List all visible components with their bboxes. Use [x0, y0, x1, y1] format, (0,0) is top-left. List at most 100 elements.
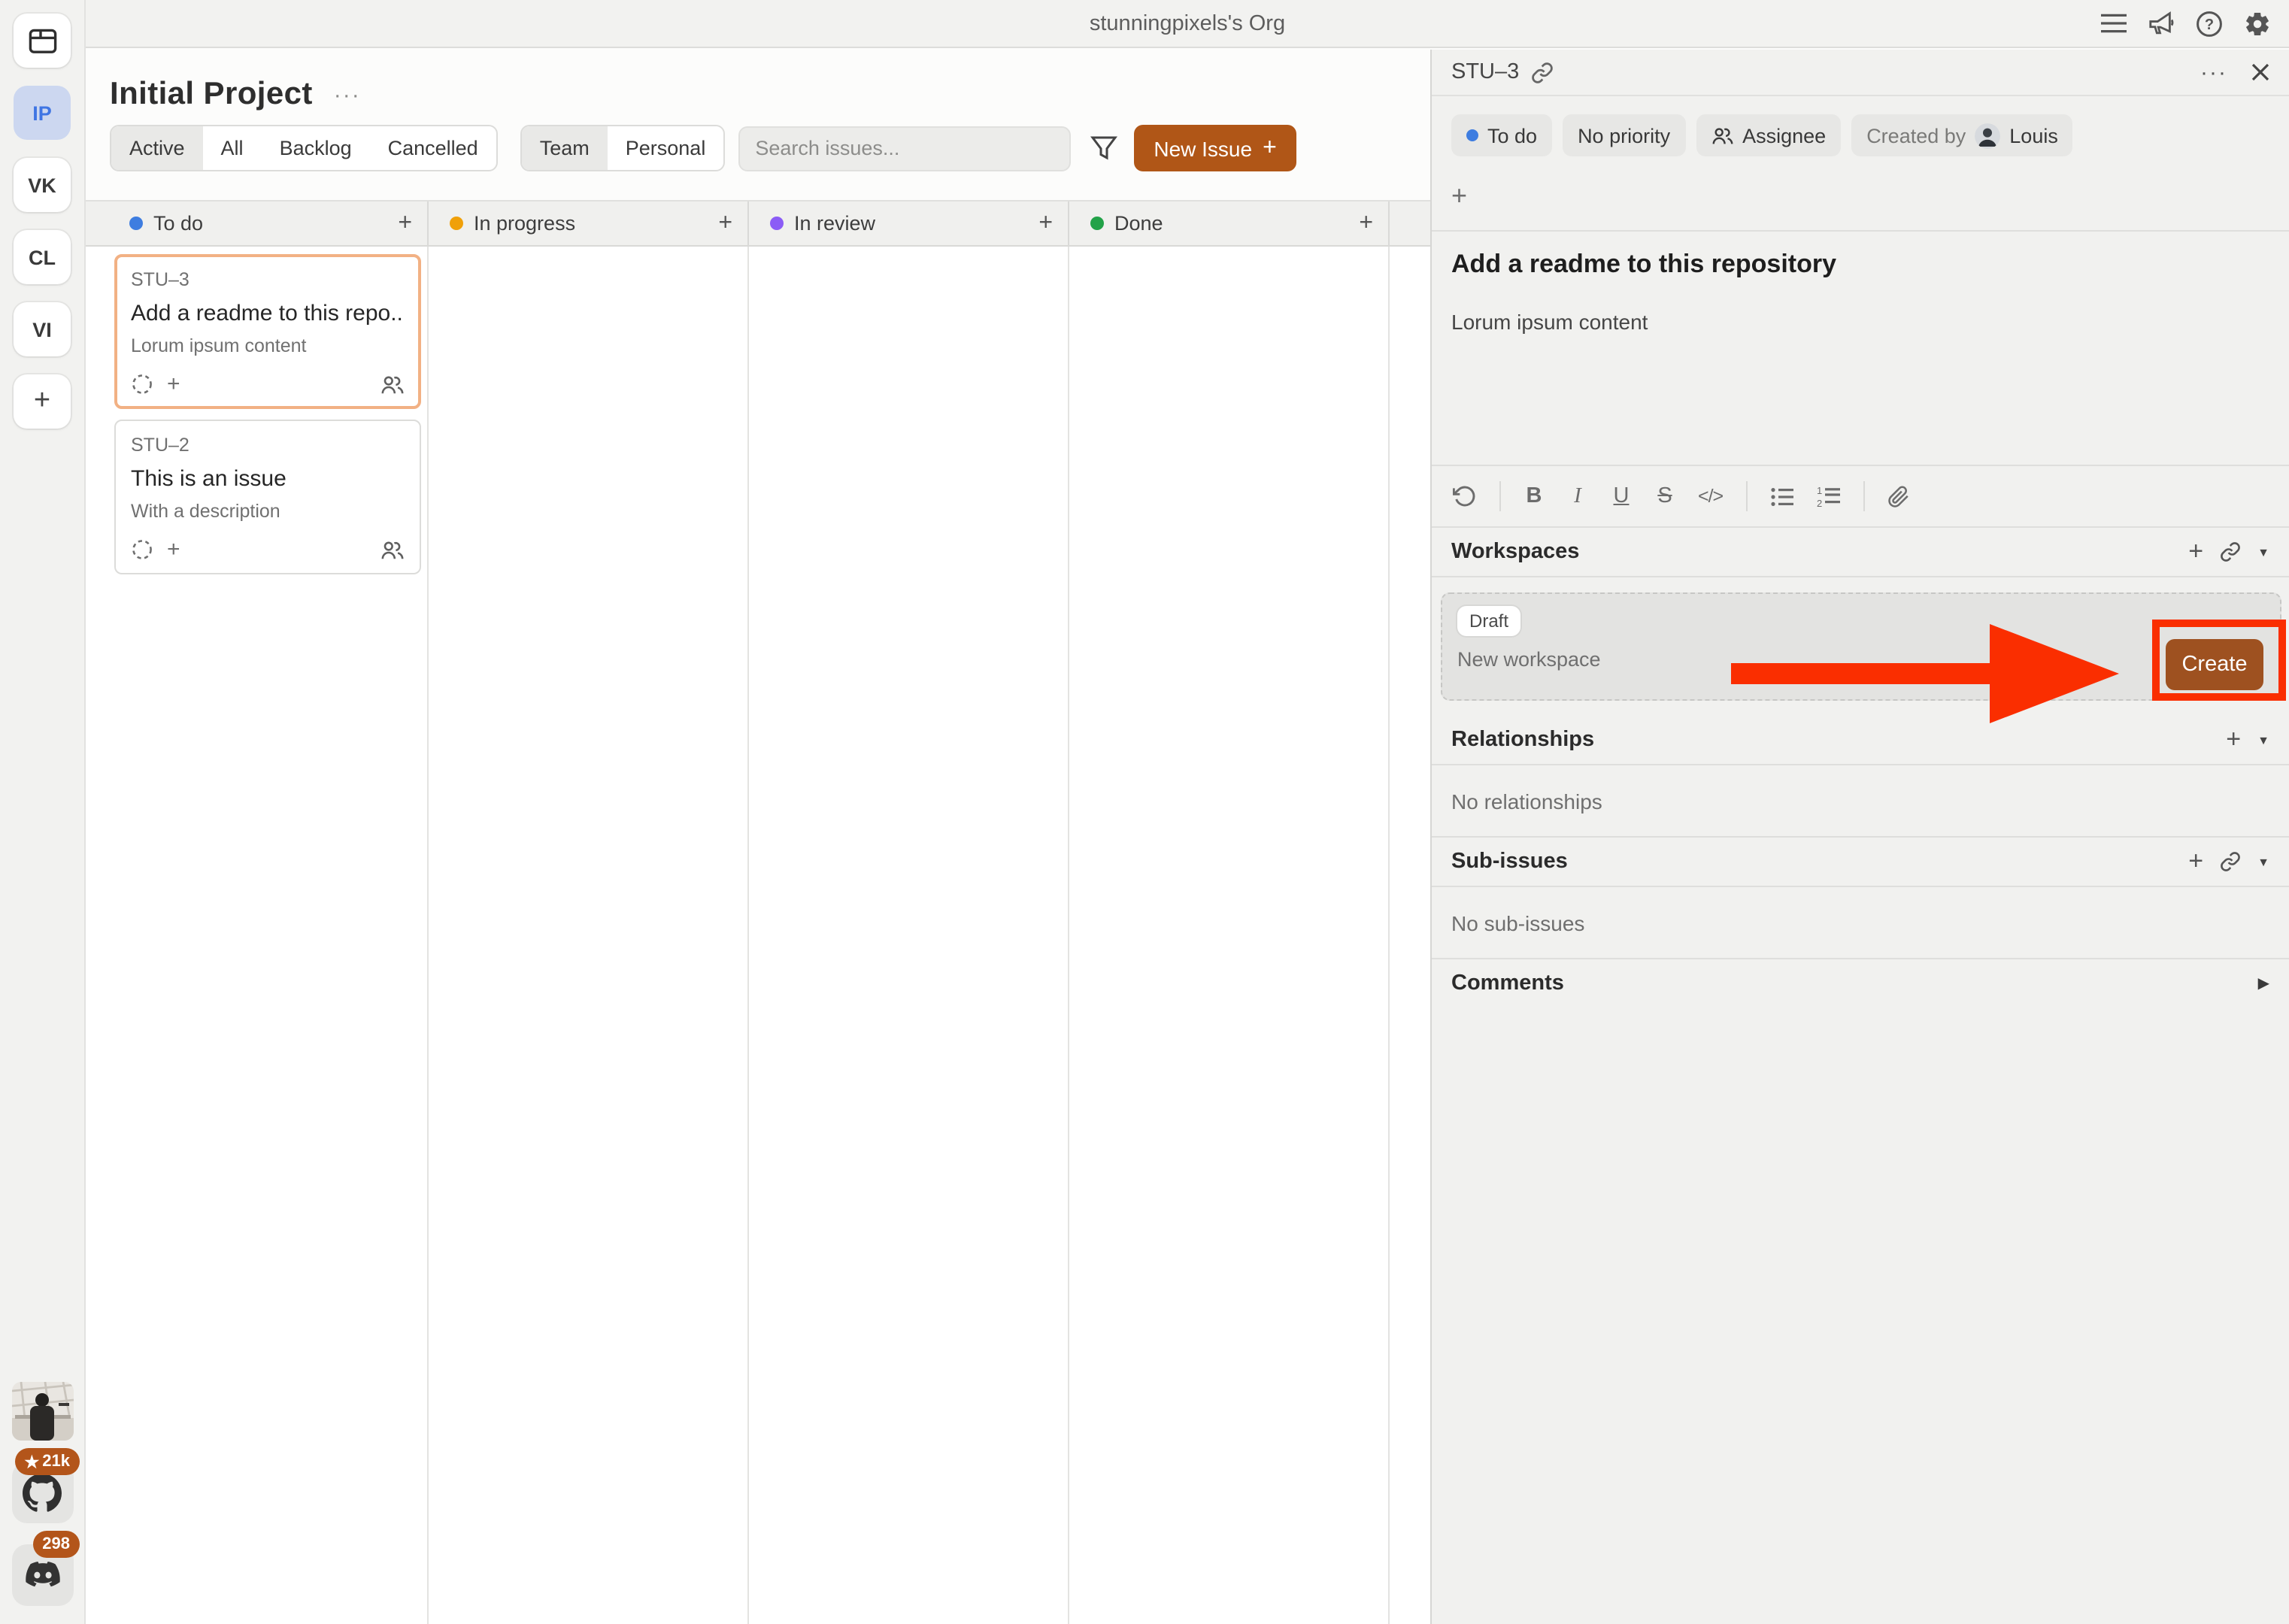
window-layout-icon: [28, 28, 56, 53]
tab-cancelled[interactable]: Cancelled: [370, 126, 496, 170]
github-stars-badge: ★ 21k: [16, 1448, 79, 1475]
tab-active[interactable]: Active: [111, 126, 203, 170]
underline-button[interactable]: U: [1611, 484, 1632, 508]
page-title: Initial Project: [110, 77, 313, 113]
create-workspace-button[interactable]: Create: [2166, 639, 2263, 690]
sidebar-item-workspace-vk[interactable]: VK: [14, 158, 71, 212]
column-done: [1069, 247, 1390, 1624]
avatar: [1975, 123, 2000, 148]
promo-photo-thumbnail[interactable]: [11, 1382, 73, 1441]
add-issue-in-review-button[interactable]: +: [1038, 210, 1053, 237]
discord-icon: [23, 1560, 61, 1590]
created-by-chip[interactable]: Created by Louis: [1851, 114, 2073, 156]
assignees-icon[interactable]: [380, 374, 405, 395]
close-icon[interactable]: [2251, 63, 2269, 81]
project-board: Initial Project ··· Active All Backlog C…: [86, 50, 1430, 1624]
workspace-draft-row[interactable]: Draft New workspace Create: [1441, 592, 2281, 701]
priority-dashed-circle-icon[interactable]: [131, 538, 153, 561]
numbered-list-icon[interactable]: 1 2: [1816, 485, 1840, 508]
chevron-down-icon[interactable]: ▼: [2257, 733, 2269, 747]
add-label-icon[interactable]: +: [167, 377, 180, 392]
column-header-in-review: In review +: [749, 201, 1069, 245]
editor-toolbar: B I U S </> 1 2: [1432, 466, 2289, 526]
link-icon[interactable]: [2220, 851, 2241, 872]
status-dot-todo: [129, 217, 143, 230]
assignees-icon[interactable]: [380, 539, 405, 560]
tab-backlog[interactable]: Backlog: [262, 126, 370, 170]
chevron-down-icon[interactable]: ▼: [2257, 855, 2269, 868]
copy-link-icon[interactable]: [1531, 61, 1554, 83]
add-workspace-row-button[interactable]: +: [2188, 537, 2203, 567]
issue-card-stu-3[interactable]: STU–3 Add a readme to this repo... Lorum…: [114, 254, 421, 409]
bold-button[interactable]: B: [1523, 484, 1545, 508]
scope-filter-tabs: Team Personal: [520, 125, 726, 171]
menu-icon[interactable]: [2100, 10, 2127, 37]
app-window: IP VK CL VI + ★ 21k: [0, 0, 2289, 1624]
add-issue-done-button[interactable]: +: [1359, 210, 1373, 237]
strikethrough-button[interactable]: S: [1654, 484, 1675, 508]
column-header-todo: To do +: [86, 201, 429, 245]
org-title: stunningpixels's Org: [86, 11, 2289, 35]
draft-badge: Draft: [1457, 606, 1520, 636]
relationships-section-header: Relationships + ▼: [1432, 716, 2289, 764]
workspaces-section-header: Workspaces + ▼: [1432, 528, 2289, 576]
filter-funnel-icon[interactable]: [1090, 135, 1117, 162]
svg-text:1: 1: [1816, 485, 1821, 495]
sidebar-item-workspace-cl[interactable]: CL: [14, 230, 71, 284]
issue-card-stu-2[interactable]: STU–2 This is an issue With a descriptio…: [114, 420, 421, 574]
add-attribute-button[interactable]: +: [1451, 180, 1467, 211]
attachment-paperclip-icon[interactable]: [1887, 485, 1909, 508]
link-icon[interactable]: [2220, 541, 2241, 562]
help-icon[interactable]: ?: [2196, 10, 2223, 37]
workspace-sidebar: IP VK CL VI + ★ 21k: [0, 0, 86, 1624]
issue-description[interactable]: Lorum ipsum content: [1432, 280, 2289, 334]
status-filter-tabs: Active All Backlog Cancelled: [110, 125, 498, 171]
chevron-right-icon[interactable]: ▶: [2258, 975, 2269, 992]
tab-team[interactable]: Team: [522, 126, 608, 170]
issue-title: Add a readme to this repository: [1432, 232, 2289, 280]
announcements-icon[interactable]: [2148, 10, 2175, 37]
github-icon: [23, 1473, 62, 1512]
column-in-review: [749, 247, 1069, 1624]
draft-workspace-name: New workspace: [1457, 648, 2265, 671]
star-icon: ★: [25, 1452, 40, 1471]
sidebar-item-workspace-vi[interactable]: VI: [14, 302, 71, 356]
undo-icon[interactable]: [1453, 484, 1477, 508]
assignee-chip[interactable]: Assignee: [1696, 114, 1841, 156]
add-workspace-button[interactable]: +: [14, 374, 71, 429]
add-label-icon[interactable]: +: [167, 542, 180, 557]
issue-detail-panel: STU–3 ··· To do: [1430, 50, 2289, 1624]
status-dot-in-review: [770, 217, 784, 230]
github-link[interactable]: ★ 21k: [11, 1462, 73, 1523]
status-dot-done: [1090, 217, 1104, 230]
all-workspaces-button[interactable]: [14, 14, 71, 68]
priority-dashed-circle-icon[interactable]: [131, 373, 153, 395]
topbar: stunningpixels's Org ?: [86, 0, 2289, 48]
bullet-list-icon[interactable]: [1769, 485, 1793, 508]
sidebar-item-workspace-ip[interactable]: IP: [14, 86, 71, 140]
status-dot-todo: [1466, 129, 1478, 141]
project-options-button[interactable]: ···: [334, 82, 361, 108]
add-issue-in-progress-button[interactable]: +: [718, 210, 732, 237]
panel-options-button[interactable]: ···: [2200, 59, 2227, 85]
priority-chip[interactable]: No priority: [1563, 114, 1685, 156]
status-chip[interactable]: To do: [1451, 114, 1552, 156]
sub-issues-empty-text: No sub-issues: [1432, 887, 2289, 958]
italic-button[interactable]: I: [1567, 483, 1588, 509]
sub-issues-section-header: Sub-issues + ▼: [1432, 838, 2289, 886]
search-input[interactable]: [738, 126, 1071, 171]
settings-gear-icon[interactable]: [2244, 10, 2271, 37]
discord-count-badge: 298: [33, 1531, 79, 1558]
add-relationship-button[interactable]: +: [2226, 725, 2241, 755]
assignees-icon: [1711, 126, 1733, 145]
code-button[interactable]: </>: [1698, 486, 1723, 507]
discord-link[interactable]: 298: [11, 1544, 73, 1606]
chevron-down-icon[interactable]: ▼: [2257, 545, 2269, 559]
tab-personal[interactable]: Personal: [608, 126, 724, 170]
add-issue-todo-button[interactable]: +: [398, 210, 412, 237]
column-todo: STU–3 Add a readme to this repo... Lorum…: [86, 247, 429, 1624]
new-issue-button[interactable]: New Issue+: [1134, 125, 1296, 171]
comments-section-header: Comments ▶: [1432, 959, 2289, 1007]
add-sub-issue-button[interactable]: +: [2188, 847, 2203, 877]
tab-all[interactable]: All: [203, 126, 262, 170]
